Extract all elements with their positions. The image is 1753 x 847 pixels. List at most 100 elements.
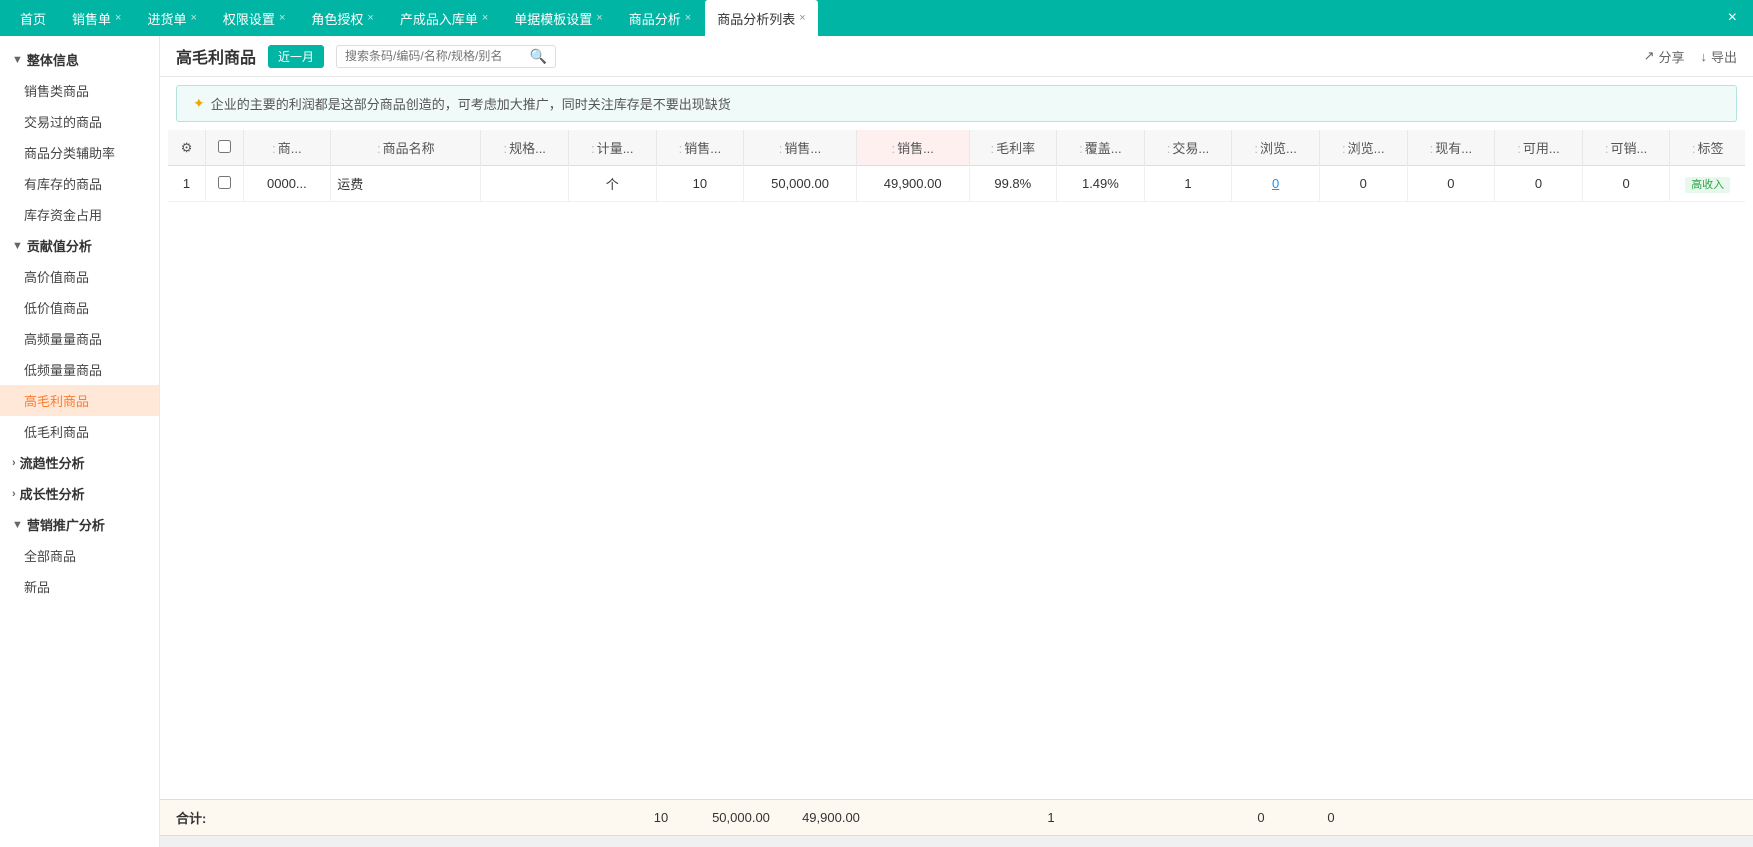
col-tag[interactable]: :标签 (1670, 130, 1745, 166)
sidebar-group-marketing[interactable]: ▼ 营销推广分析 (0, 509, 159, 540)
col-spec[interactable]: :规格... (481, 130, 569, 166)
close-tab-roles[interactable]: × (367, 12, 373, 24)
col-trade[interactable]: :交易... (1144, 130, 1232, 166)
sidebar-item-high-value[interactable]: 高价值商品 (0, 261, 159, 292)
footer-sales-profit: 49,900.00 (786, 810, 876, 825)
tab-home[interactable]: 首页 (8, 0, 58, 36)
search-box: 🔍 (336, 45, 556, 68)
footer-current: 0 (1226, 810, 1296, 825)
col-current[interactable]: :现有... (1407, 130, 1495, 166)
close-tab-purchase[interactable]: × (190, 12, 196, 24)
cell-unit: 个 (569, 166, 657, 202)
col-cover-rate[interactable]: :覆盖... (1057, 130, 1145, 166)
footer-sales-amount: 50,000.00 (696, 810, 786, 825)
arrow-icon-growth: › (12, 488, 16, 500)
footer-label: 合计: (176, 808, 236, 827)
col-available[interactable]: :可用... (1495, 130, 1583, 166)
cell-checkbox[interactable] (206, 166, 244, 202)
cell-spec (481, 166, 569, 202)
sidebar-item-high-freq[interactable]: 高频量量商品 (0, 323, 159, 354)
search-icon[interactable]: 🔍 (530, 48, 547, 65)
export-button[interactable]: ↓ 导出 (1700, 47, 1737, 66)
close-tab-template[interactable]: × (596, 12, 602, 24)
table-header-row: ⚙ :商... :商品名称 :规格... (168, 130, 1745, 166)
tab-permission-settings[interactable]: 权限设置 × (211, 0, 297, 36)
cell-saleable: 0 (1582, 166, 1670, 202)
bottom-scrollbar[interactable] (160, 835, 1753, 847)
content-area: 高毛利商品 近一月 🔍 ↗ 分享 ↓ 导出 ✦ 企业的主要的利润都是这部分商品创… (160, 36, 1753, 847)
sidebar-item-stocked-goods[interactable]: 有库存的商品 (0, 168, 159, 199)
footer-available: 0 (1296, 810, 1366, 825)
arrow-icon-trend: › (12, 457, 16, 469)
tab-sales[interactable]: 销售单 × (60, 0, 133, 36)
cell-tag: 高收入 (1670, 166, 1745, 202)
info-icon: ✦ (193, 95, 205, 112)
close-tab-product-entry[interactable]: × (482, 12, 488, 24)
col-browse2[interactable]: :浏览... (1319, 130, 1407, 166)
sidebar-group-growth[interactable]: › 成长性分析 (0, 478, 159, 509)
sidebar-group-trend[interactable]: › 流趋性分析 (0, 447, 159, 478)
footer-trade: 1 (1016, 810, 1086, 825)
cell-cover-rate: 1.49% (1057, 166, 1145, 202)
sidebar-group-financial[interactable]: ▼ 贡献值分析 (0, 230, 159, 261)
filter-recent-month-button[interactable]: 近一月 (268, 45, 324, 68)
export-icon: ↓ (1700, 49, 1707, 64)
cell-trade: 1 (1144, 166, 1232, 202)
page-title: 高毛利商品 (176, 44, 256, 68)
col-saleable[interactable]: :可销... (1582, 130, 1670, 166)
sidebar-group-overall[interactable]: ▼ 整体信息 (0, 44, 159, 75)
sidebar-item-low-freq[interactable]: 低频量量商品 (0, 354, 159, 385)
select-all-checkbox[interactable] (218, 140, 231, 153)
tab-roles[interactable]: 角色授权 × (299, 0, 385, 36)
cell-code: 0000... (243, 166, 331, 202)
sidebar-item-sales-goods[interactable]: 销售类商品 (0, 75, 159, 106)
main-layout: ▼ 整体信息 销售类商品 交易过的商品 商品分类辅助率 有库存的商品 库存资金占… (0, 36, 1753, 847)
table-row: 1 0000... 运费 个 10 50,000.00 49,900.00 99… (168, 166, 1745, 202)
sidebar-item-all-goods[interactable]: 全部商品 (0, 540, 159, 571)
col-sales-profit[interactable]: :销售... (856, 130, 969, 166)
tab-template-settings[interactable]: 单据模板设置 × (502, 0, 614, 36)
sidebar-item-goods-conversion[interactable]: 商品分类辅助率 (0, 137, 159, 168)
cell-sales-profit: 49,900.00 (856, 166, 969, 202)
cell-gross-rate: 99.8% (969, 166, 1057, 202)
cell-browse2: 0 (1319, 166, 1407, 202)
cell-name: 运费 (331, 166, 481, 202)
footer-total: 合计: 10 50,000.00 49,900.00 1 0 0 (160, 799, 1753, 835)
col-sales-amount[interactable]: :销售... (744, 130, 857, 166)
cell-sales-qty: 10 (656, 166, 744, 202)
table-wrapper[interactable]: ⚙ :商... :商品名称 :规格... (160, 130, 1753, 799)
tab-product-entry[interactable]: 产成品入库单 × (388, 0, 500, 36)
sidebar-item-traded-goods[interactable]: 交易过的商品 (0, 106, 159, 137)
col-gross-rate[interactable]: :毛利率 (969, 130, 1057, 166)
sidebar-item-low-profit[interactable]: 低毛利商品 (0, 416, 159, 447)
tab-product-analysis[interactable]: 商品分析 × (617, 0, 703, 36)
content-header: 高毛利商品 近一月 🔍 ↗ 分享 ↓ 导出 (160, 36, 1753, 77)
sidebar-item-low-value[interactable]: 低价值商品 (0, 292, 159, 323)
info-bar: ✦ 企业的主要的利润都是这部分商品创造的，可考虑加大推广，同时关注库存是不要出现… (176, 85, 1737, 122)
close-tab-product-analysis-list[interactable]: × (799, 12, 805, 24)
share-icon: ↗ (1644, 48, 1655, 64)
close-tab-product-analysis[interactable]: × (685, 12, 691, 24)
tab-product-analysis-list[interactable]: 商品分析列表 × (705, 0, 817, 36)
close-all-tabs[interactable]: × (1720, 5, 1745, 31)
sidebar-item-high-profit[interactable]: 高毛利商品 (0, 385, 159, 416)
sidebar-item-inventory-ratio[interactable]: 库存资金占用 (0, 199, 159, 230)
share-button[interactable]: ↗ 分享 (1644, 47, 1685, 66)
sidebar-item-new-goods[interactable]: 新品 (0, 571, 159, 602)
col-name[interactable]: :商品名称 (331, 130, 481, 166)
col-settings[interactable]: ⚙ (168, 130, 206, 166)
col-sales-qty[interactable]: :销售... (656, 130, 744, 166)
cell-browse1[interactable]: 0 (1232, 166, 1320, 202)
cell-sales-amount: 50,000.00 (744, 166, 857, 202)
close-tab-permission[interactable]: × (279, 12, 285, 24)
footer-cells: 10 50,000.00 49,900.00 1 0 0 (236, 810, 1737, 825)
col-code[interactable]: :商... (243, 130, 331, 166)
col-unit[interactable]: :计量... (569, 130, 657, 166)
search-input[interactable] (345, 49, 526, 63)
cell-current: 0 (1407, 166, 1495, 202)
col-checkbox (206, 130, 244, 166)
col-browse1[interactable]: :浏览... (1232, 130, 1320, 166)
close-tab-sales[interactable]: × (115, 12, 121, 24)
tab-purchase[interactable]: 进货单 × (135, 0, 208, 36)
footer-sales-qty: 10 (626, 810, 696, 825)
